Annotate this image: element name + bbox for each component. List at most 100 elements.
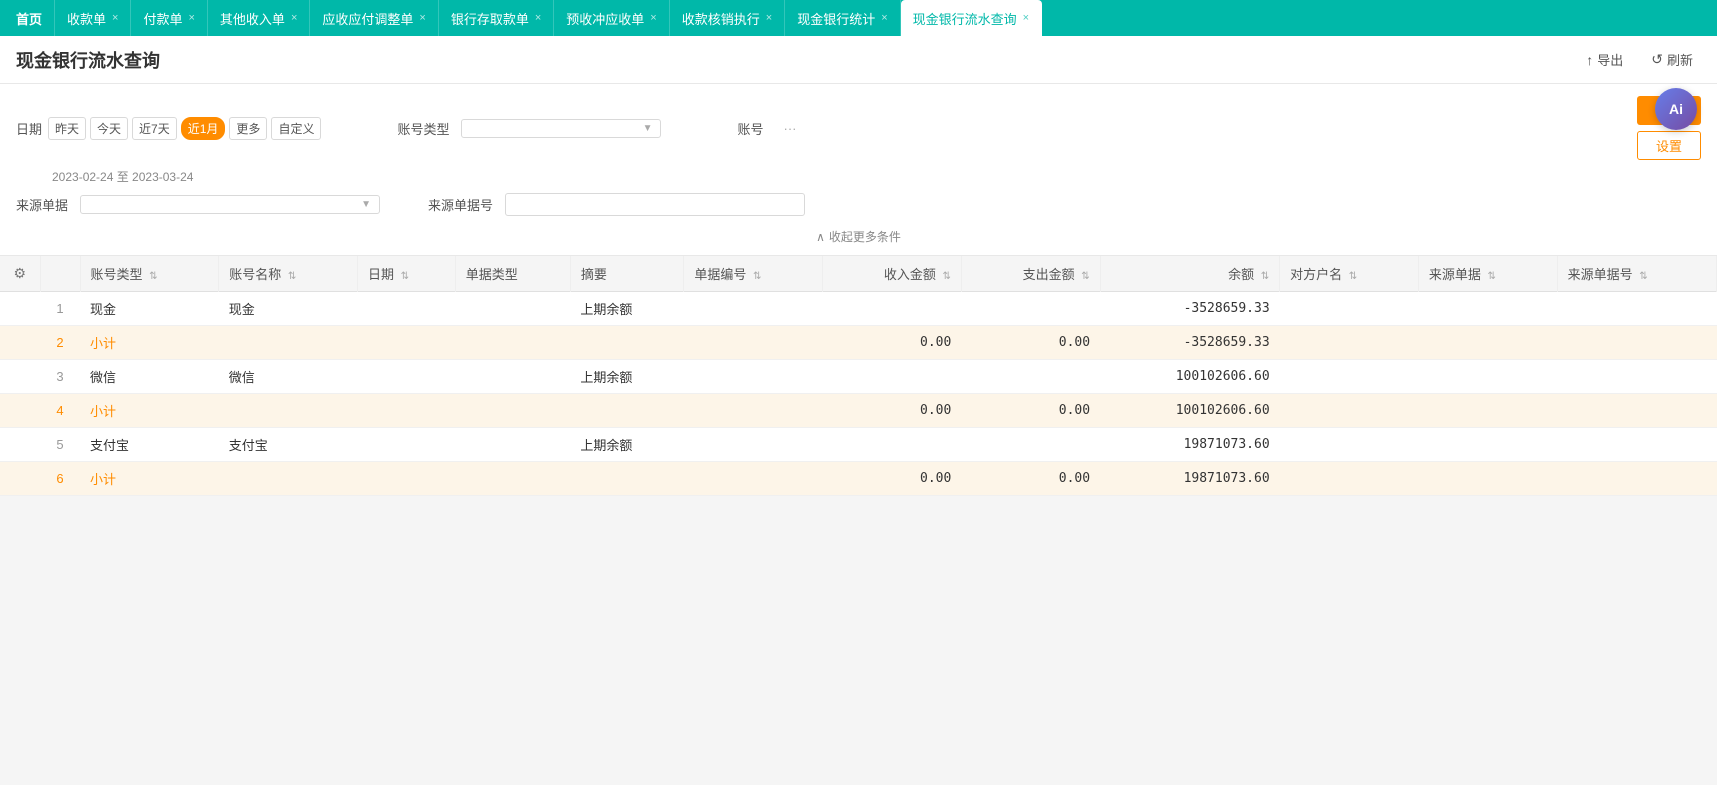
nav-tab-other-income-label: 其他收入单	[220, 9, 285, 28]
nav-tab-collect-exec[interactable]: 收款核销执行 ×	[670, 0, 785, 36]
filter-row-2: 来源单据 ▼ 来源单据号	[16, 193, 1701, 216]
date-btn-today[interactable]: 今天	[90, 117, 128, 140]
col-doc-type[interactable]: 单据类型	[455, 256, 570, 292]
account-type-select[interactable]: ▼	[461, 119, 661, 138]
col-account-type-label: 账号类型	[91, 267, 143, 282]
filter-area: 日期 昨天 今天 近7天 近1月 更多 自定义 账号类型 ▼ 账号 ··· 查询…	[0, 84, 1717, 256]
source-doc-no-label: 来源单据号	[428, 195, 493, 214]
close-icon[interactable]: ×	[535, 12, 541, 24]
table-row[interactable]: 3 微信 微信 上期余额 100102606.60	[0, 360, 1717, 394]
nav-tab-payments[interactable]: 付款单 ×	[131, 0, 207, 36]
row-number: 5	[40, 428, 80, 462]
close-icon[interactable]: ×	[419, 12, 425, 24]
refresh-button[interactable]: ↺ 刷新	[1643, 46, 1701, 73]
col-expense[interactable]: 支出金额 ⇅	[961, 256, 1100, 292]
ai-label: Ai	[1669, 101, 1683, 117]
col-income[interactable]: 收入金额 ⇅	[823, 256, 962, 292]
col-counterparty-label: 对方户名	[1290, 267, 1342, 282]
row-balance: 100102606.60	[1100, 394, 1280, 428]
sort-icon: ⇅	[753, 271, 761, 282]
row-income: 0.00	[823, 462, 962, 496]
col-counterparty[interactable]: 对方户名 ⇅	[1280, 256, 1419, 292]
date-btn-yesterday[interactable]: 昨天	[48, 117, 86, 140]
col-summary[interactable]: 摘要	[570, 256, 684, 292]
col-config[interactable]: ⚙	[0, 256, 40, 292]
row-source-doc-no	[1557, 360, 1716, 394]
col-source-doc[interactable]: 来源单据 ⇅	[1418, 256, 1557, 292]
close-icon[interactable]: ×	[112, 12, 118, 24]
col-date[interactable]: 日期 ⇅	[358, 256, 456, 292]
close-icon[interactable]: ×	[1023, 12, 1029, 24]
row-expense: 0.00	[961, 326, 1100, 360]
col-balance-label: 余额	[1228, 267, 1254, 282]
table-row[interactable]: 1 现金 现金 上期余额 -3528659.33	[0, 292, 1717, 326]
nav-tab-receipts[interactable]: 收款单 ×	[55, 0, 131, 36]
nav-tab-advance-offset[interactable]: 预收冲应收单 ×	[554, 0, 669, 36]
row-source-doc-no	[1557, 394, 1716, 428]
export-button[interactable]: ↑ 导出	[1578, 46, 1631, 73]
nav-tab-bank-deposit[interactable]: 银行存取款单 ×	[439, 0, 554, 36]
table-row[interactable]: 6 小计 0.00 0.00 19871073.60	[0, 462, 1717, 496]
row-doc-no	[684, 292, 823, 326]
row-config	[0, 326, 40, 360]
export-icon: ↑	[1586, 52, 1593, 68]
col-account-type[interactable]: 账号类型 ⇅	[80, 256, 219, 292]
row-balance: 19871073.60	[1100, 428, 1280, 462]
date-btn-7days[interactable]: 近7天	[132, 117, 177, 140]
more-dots-icon[interactable]: ···	[777, 119, 802, 138]
date-btn-more[interactable]: 更多	[229, 117, 267, 140]
nav-tab-home[interactable]: 首页	[4, 0, 55, 36]
row-summary	[570, 394, 684, 428]
row-source-doc	[1418, 326, 1557, 360]
chevron-down-icon: ▼	[361, 199, 371, 210]
table-body: 1 现金 现金 上期余额 -3528659.33 2 小计 0.00 0.00 …	[0, 292, 1717, 496]
nav-tab-receivable-adjust[interactable]: 应收应付调整单 ×	[310, 0, 438, 36]
page-header: 现金银行流水查询 ↑ 导出 ↺ 刷新	[0, 36, 1717, 84]
data-table: ⚙ 账号类型 ⇅ 账号名称 ⇅ 日期 ⇅ 单据类型	[0, 256, 1717, 496]
header-actions: ↑ 导出 ↺ 刷新	[1578, 46, 1701, 73]
table-row[interactable]: 2 小计 0.00 0.00 -3528659.33	[0, 326, 1717, 360]
row-number: 4	[40, 394, 80, 428]
close-icon[interactable]: ×	[188, 12, 194, 24]
row-counterparty	[1280, 462, 1419, 496]
gear-icon[interactable]: ⚙	[13, 265, 26, 281]
nav-tab-other-income[interactable]: 其他收入单 ×	[208, 0, 310, 36]
col-doc-no-label: 单据编号	[694, 267, 746, 282]
col-source-doc-no[interactable]: 来源单据号 ⇅	[1557, 256, 1716, 292]
account-filter-item: 账号 ···	[737, 119, 802, 138]
nav-tab-receivable-adjust-label: 应收应付调整单	[322, 9, 413, 28]
date-btn-custom[interactable]: 自定义	[271, 117, 321, 140]
sort-icon: ⇅	[1488, 271, 1496, 282]
close-icon[interactable]: ×	[291, 12, 297, 24]
row-date	[358, 360, 456, 394]
page-title: 现金银行流水查询	[16, 47, 160, 73]
col-account-name[interactable]: 账号名称 ⇅	[219, 256, 358, 292]
date-btn-1month[interactable]: 近1月	[181, 117, 226, 140]
source-doc-filter-item: 来源单据 ▼	[16, 195, 380, 214]
row-balance: 100102606.60	[1100, 360, 1280, 394]
ai-assistant-button[interactable]: Ai	[1655, 88, 1697, 130]
row-account-type: 支付宝	[80, 428, 219, 462]
close-icon[interactable]: ×	[650, 12, 656, 24]
account-label: 账号	[737, 119, 763, 138]
source-doc-no-input[interactable]	[505, 193, 805, 216]
row-date	[358, 326, 456, 360]
row-number: 2	[40, 326, 80, 360]
table-row[interactable]: 5 支付宝 支付宝 上期余额 19871073.60	[0, 428, 1717, 462]
collapse-bar[interactable]: ∧ 收起更多条件	[16, 224, 1701, 247]
col-doc-no[interactable]: 单据编号 ⇅	[684, 256, 823, 292]
row-config	[0, 462, 40, 496]
close-icon[interactable]: ×	[881, 12, 887, 24]
export-label: 导出	[1597, 50, 1623, 69]
sort-icon: ⇅	[288, 271, 296, 282]
nav-tab-cash-bank-flow[interactable]: 现金银行流水查询 ×	[901, 0, 1042, 36]
settings-button[interactable]: 设置	[1637, 131, 1701, 160]
table-row[interactable]: 4 小计 0.00 0.00 100102606.60	[0, 394, 1717, 428]
collapse-up-icon: ∧	[816, 230, 825, 244]
col-balance[interactable]: 余额 ⇅	[1100, 256, 1280, 292]
source-doc-select[interactable]: ▼	[80, 195, 380, 214]
nav-tab-cash-bank-stat[interactable]: 现金银行统计 ×	[785, 0, 900, 36]
row-expense: 0.00	[961, 462, 1100, 496]
row-number: 1	[40, 292, 80, 326]
close-icon[interactable]: ×	[766, 12, 772, 24]
